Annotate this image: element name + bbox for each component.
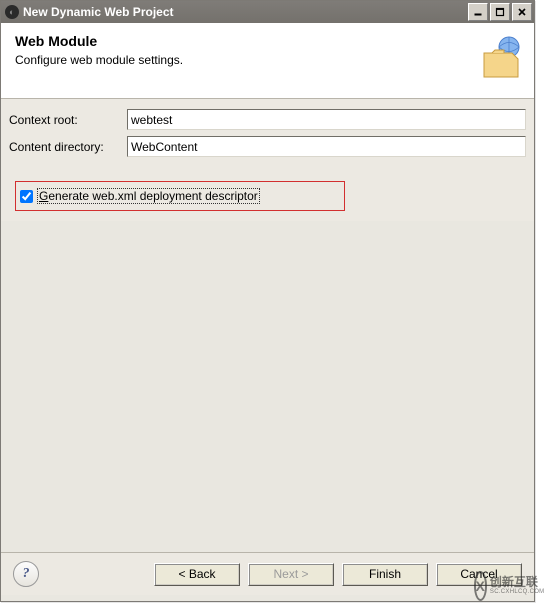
- window-title: New Dynamic Web Project: [23, 5, 174, 19]
- generate-webxml-checkbox[interactable]: [20, 190, 33, 203]
- window-controls: [468, 3, 534, 21]
- button-bar: ? < Back Next > Finish Cancel: [1, 552, 534, 595]
- dialog-window: ◐ New Dynamic Web Project Web Module Con…: [0, 0, 535, 602]
- banner-description: Configure web module settings.: [15, 53, 520, 67]
- content-area: Context root: Content directory: Generat…: [1, 99, 534, 221]
- watermark: X 创新互联 SC.CXHLCQ.COM: [474, 571, 544, 601]
- app-icon: ◐: [5, 5, 19, 19]
- next-button: Next >: [248, 563, 334, 586]
- help-button[interactable]: ?: [13, 561, 39, 587]
- minimize-button[interactable]: [468, 3, 488, 21]
- context-root-label: Context root:: [9, 113, 127, 127]
- watermark-text-cn: 创新互联: [490, 576, 545, 589]
- banner-title: Web Module: [15, 33, 520, 49]
- web-module-icon: [478, 33, 524, 79]
- watermark-text-en: SC.CXHLCQ.COM: [490, 589, 545, 596]
- content-directory-label: Content directory:: [9, 140, 127, 154]
- back-button[interactable]: < Back: [154, 563, 240, 586]
- context-root-row: Context root:: [9, 109, 526, 130]
- content-directory-row: Content directory:: [9, 136, 526, 157]
- wizard-banner: Web Module Configure web module settings…: [1, 23, 534, 99]
- maximize-button[interactable]: [490, 3, 510, 21]
- finish-button[interactable]: Finish: [342, 563, 428, 586]
- generate-webxml-label[interactable]: Generate web.xml deployment descriptor: [37, 188, 260, 204]
- generate-webxml-row[interactable]: Generate web.xml deployment descriptor: [15, 181, 345, 211]
- watermark-logo-icon: X: [474, 571, 487, 601]
- content-directory-input[interactable]: [127, 136, 526, 157]
- close-button[interactable]: [512, 3, 532, 21]
- context-root-input[interactable]: [127, 109, 526, 130]
- titlebar[interactable]: ◐ New Dynamic Web Project: [1, 1, 534, 23]
